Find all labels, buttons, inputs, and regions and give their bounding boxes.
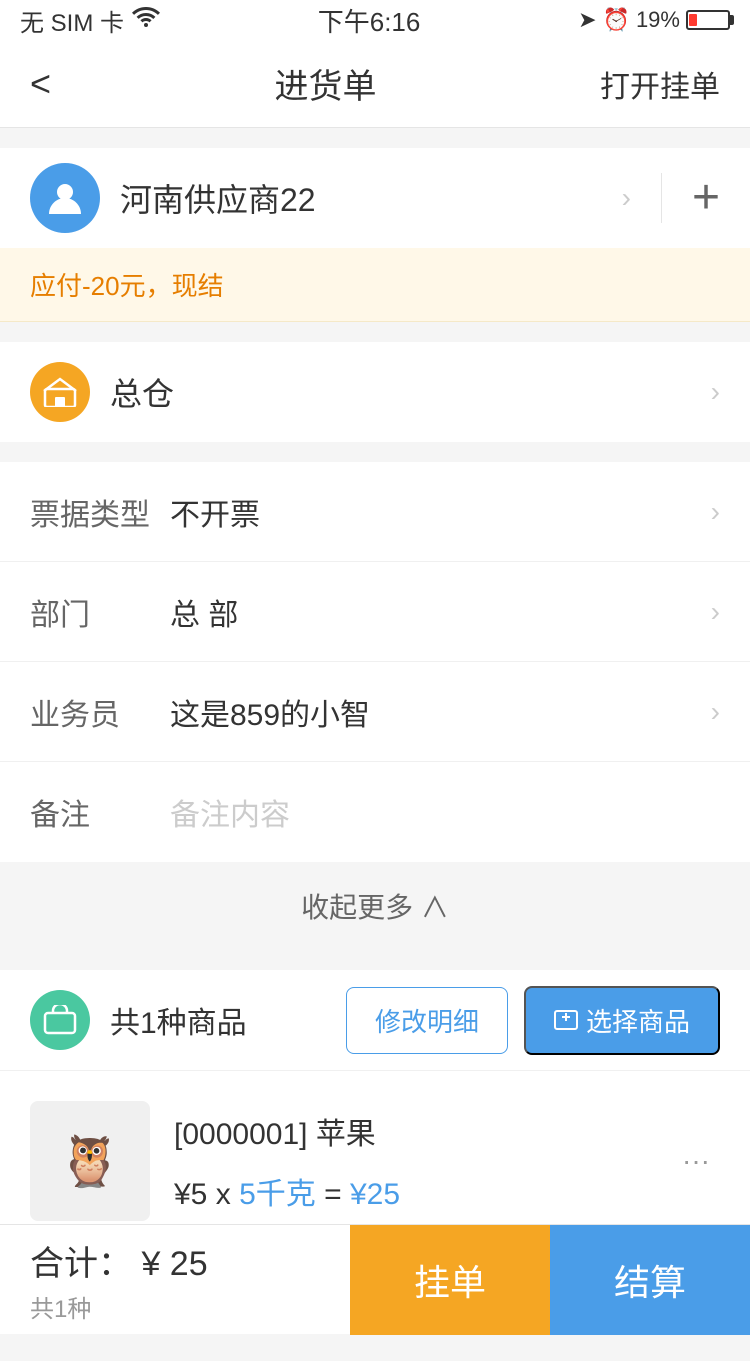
product-total: ¥25 [350, 1178, 400, 1211]
supplier-notice: 应付-20元，现结 [0, 248, 750, 322]
supplier-section: 河南供应商22 › + 应付-20元，现结 [0, 148, 750, 322]
supplier-avatar [30, 163, 100, 233]
form-section: 票据类型 不开票 › 部门 总 部 › 业务员 这是859的小智 › 备注 备注… [0, 462, 750, 862]
status-right: ➤ ⏰ 19% [578, 7, 730, 33]
sales-row[interactable]: 业务员 这是859的小智 › [0, 662, 750, 762]
product-price-row: ¥5 x 5千克 = ¥25 [174, 1169, 672, 1213]
owl-logo-icon: 🦉 [59, 1132, 121, 1191]
bottom-bar: 合计： ¥ 25 共1种 挂单 结算 [0, 1224, 750, 1334]
invoice-value: 不开票 [160, 490, 711, 534]
supplier-divider [661, 173, 662, 223]
dept-chevron-icon: › [711, 596, 720, 628]
product-title: 苹果 [316, 1118, 376, 1151]
sales-value: 这是859的小智 [160, 690, 711, 734]
edit-detail-button[interactable]: 修改明细 [346, 987, 508, 1054]
total-count: 共1种 [30, 1289, 320, 1324]
total-label: 合计： [30, 1245, 132, 1283]
product-name: [0000001] 苹果 [174, 1109, 672, 1153]
remark-input[interactable]: 备注内容 [160, 790, 720, 834]
warehouse-icon [30, 362, 90, 422]
open-hang-button[interactable]: 打开挂单 [600, 62, 720, 106]
status-left: 无 SIM 卡 [20, 3, 160, 38]
page-title: 进货单 [275, 59, 377, 108]
invoice-chevron-icon: › [711, 496, 720, 528]
sales-chevron-icon: › [711, 696, 720, 728]
warehouse-name: 总仓 [110, 369, 711, 415]
total-section: 合计： ¥ 25 共1种 [0, 1236, 350, 1324]
product-count: 共1种商品 [110, 998, 346, 1042]
status-bar: 无 SIM 卡 下午6:16 ➤ ⏰ 19% [0, 0, 750, 40]
status-time: 下午6:16 [318, 2, 421, 39]
total-value: ¥ 25 [141, 1245, 207, 1283]
nav-bar: < 进货单 打开挂单 [0, 40, 750, 128]
dept-label: 部门 [30, 590, 160, 634]
supplier-name: 河南供应商22 [120, 175, 622, 221]
add-supplier-button[interactable]: + [692, 174, 720, 222]
location-icon: ➤ [578, 7, 596, 33]
select-product-label: 选择商品 [586, 1002, 690, 1039]
product-icon [30, 990, 90, 1050]
sales-label: 业务员 [30, 690, 160, 734]
wifi-icon [132, 6, 160, 34]
settle-button[interactable]: 结算 [550, 1225, 750, 1335]
warehouse-chevron-icon: › [711, 376, 720, 408]
product-more-button[interactable]: ··· [672, 1135, 720, 1187]
supplier-row[interactable]: 河南供应商22 › + [0, 148, 750, 248]
alarm-icon: ⏰ [603, 7, 630, 33]
warehouse-row[interactable]: 总仓 › [0, 342, 750, 442]
invoice-label: 票据类型 [30, 490, 160, 534]
battery-icon [686, 10, 730, 30]
remark-label: 备注 [30, 790, 160, 834]
product-qty: 5千克 [239, 1178, 316, 1211]
remark-row[interactable]: 备注 备注内容 [0, 762, 750, 862]
battery-percent: 19% [636, 7, 680, 33]
product-thumbnail: 🦉 [30, 1101, 150, 1221]
equals-sign: = [324, 1178, 350, 1211]
back-button[interactable]: < [30, 63, 51, 105]
invoice-row[interactable]: 票据类型 不开票 › [0, 462, 750, 562]
hang-button[interactable]: 挂单 [350, 1225, 550, 1335]
product-info: [0000001] 苹果 ¥5 x 5千克 = ¥25 [174, 1109, 672, 1213]
product-code: [0000001] [174, 1118, 307, 1151]
dept-value: 总 部 [160, 590, 711, 634]
total-amount: 合计： ¥ 25 [30, 1236, 320, 1285]
price-separator: x [216, 1178, 239, 1211]
product-header: 共1种商品 修改明细 选择商品 [0, 970, 750, 1070]
price-base: ¥5 [174, 1178, 207, 1211]
dept-row[interactable]: 部门 总 部 › [0, 562, 750, 662]
carrier-text: 无 SIM 卡 [20, 3, 124, 38]
collapse-button[interactable]: 收起更多 ∧ [0, 862, 750, 950]
select-product-button[interactable]: 选择商品 [524, 986, 720, 1055]
section-gap-1 [0, 128, 750, 148]
supplier-chevron-icon: › [622, 182, 631, 214]
